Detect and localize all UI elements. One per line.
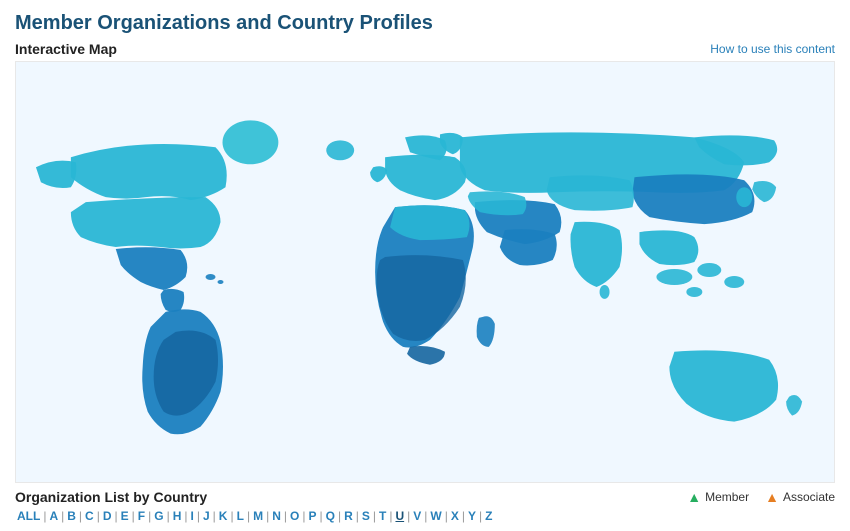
org-list-title: Organization List by Country	[15, 489, 207, 505]
alpha-item-i[interactable]: I	[189, 509, 196, 523]
legend-associate: ▲ Associate	[765, 489, 835, 505]
member-icon: ▲	[687, 489, 701, 505]
page-container: Member Organizations and Country Profile…	[0, 0, 850, 531]
alpha-item-t[interactable]: T	[377, 509, 388, 523]
alphabet-nav: ALL | A | B | C | D | E | F | G | H | I …	[15, 509, 835, 523]
member-label: Member	[705, 490, 749, 504]
alpha-item-q[interactable]: Q	[324, 509, 337, 523]
alpha-item-n[interactable]: N	[270, 509, 283, 523]
alpha-item-l[interactable]: L	[235, 509, 246, 523]
alpha-item-x[interactable]: X	[449, 509, 461, 523]
alpha-item-g[interactable]: G	[152, 509, 165, 523]
org-list-header: Organization List by Country ▲ Member ▲ …	[15, 489, 835, 505]
alpha-item-e[interactable]: E	[119, 509, 131, 523]
world-map[interactable]	[15, 61, 835, 483]
interactive-map-label: Interactive Map	[15, 41, 117, 57]
alpha-item-p[interactable]: P	[306, 509, 318, 523]
alpha-item-b[interactable]: B	[65, 509, 78, 523]
alpha-item-k[interactable]: K	[217, 509, 230, 523]
legend: ▲ Member ▲ Associate	[687, 489, 835, 505]
map-header: Interactive Map How to use this content	[15, 41, 835, 57]
alpha-item-j[interactable]: J	[201, 509, 212, 523]
alpha-item-r[interactable]: R	[342, 509, 355, 523]
alpha-item-w[interactable]: W	[428, 509, 443, 523]
alpha-item-f[interactable]: F	[136, 509, 147, 523]
page-title: Member Organizations and Country Profile…	[15, 12, 835, 35]
alpha-item-z[interactable]: Z	[483, 509, 494, 523]
alpha-item-m[interactable]: M	[251, 509, 265, 523]
alpha-item-y[interactable]: Y	[466, 509, 478, 523]
alpha-item-v[interactable]: V	[411, 509, 423, 523]
alpha-item-d[interactable]: D	[101, 509, 114, 523]
alpha-item-a[interactable]: A	[47, 509, 60, 523]
alpha-item-c[interactable]: C	[83, 509, 96, 523]
alpha-item-u[interactable]: U	[393, 509, 406, 523]
alpha-item-s[interactable]: S	[360, 509, 372, 523]
org-list-section: Organization List by Country ▲ Member ▲ …	[15, 489, 835, 523]
associate-icon: ▲	[765, 489, 779, 505]
alpha-item-all[interactable]: ALL	[15, 509, 42, 523]
map-svg	[16, 62, 834, 482]
associate-label: Associate	[783, 490, 835, 504]
alpha-item-h[interactable]: H	[171, 509, 184, 523]
alpha-item-o[interactable]: O	[288, 509, 301, 523]
legend-member: ▲ Member	[687, 489, 749, 505]
how-to-use-link[interactable]: How to use this content	[710, 42, 835, 56]
